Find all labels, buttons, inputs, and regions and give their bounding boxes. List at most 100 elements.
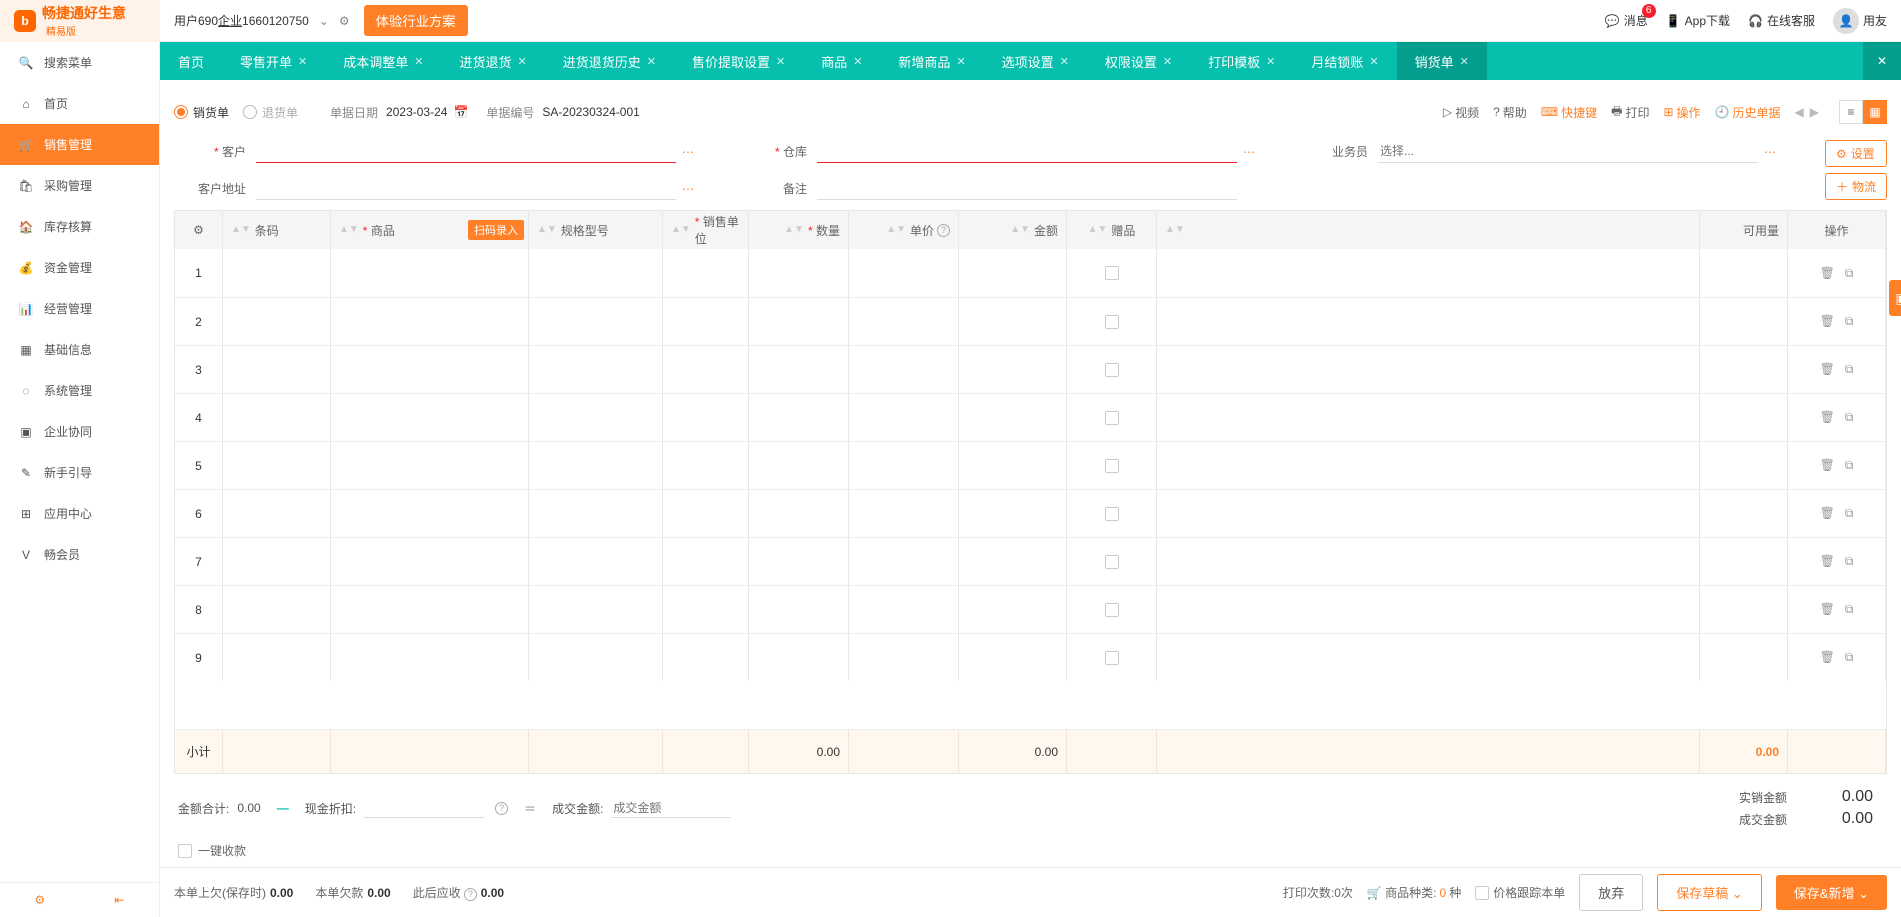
logistics-button[interactable]: ＋ 物流: [1825, 173, 1887, 200]
table-row[interactable]: 6🗑⧉: [175, 489, 1886, 537]
save-new-button[interactable]: 保存&新增 ⌄: [1776, 875, 1887, 910]
gift-checkbox[interactable]: [1105, 507, 1119, 521]
delete-row-icon[interactable]: 🗑: [1820, 362, 1835, 377]
save-draft-button[interactable]: 保存草稿 ⌄: [1657, 874, 1762, 911]
industry-plan-button[interactable]: 体验行业方案: [364, 5, 468, 36]
shortcut-link[interactable]: ⌨ 快捷键: [1541, 104, 1597, 121]
col-qty[interactable]: ▲▼数量: [749, 211, 849, 249]
support-link[interactable]: 🎧 在线客服: [1748, 12, 1815, 29]
gift-checkbox[interactable]: [1105, 651, 1119, 665]
table-row[interactable]: 2🗑⧉: [175, 297, 1886, 345]
copy-row-icon[interactable]: ⧉: [1845, 266, 1854, 281]
table-row[interactable]: 3🗑⧉: [175, 345, 1886, 393]
note-input[interactable]: [817, 177, 1237, 200]
floating-tab[interactable]: ▣: [1889, 280, 1901, 316]
col-barcode[interactable]: ▲▼条码: [223, 211, 331, 249]
customer-picker[interactable]: ⋯: [682, 145, 695, 159]
calendar-icon[interactable]: 📅: [453, 105, 468, 119]
discount-input[interactable]: [364, 799, 484, 818]
tab-permissions[interactable]: 权限设置✕: [1087, 42, 1190, 80]
close-icon[interactable]: ✕: [853, 55, 862, 68]
sidebar-item-member[interactable]: V畅会员: [0, 534, 159, 575]
table-row[interactable]: 9🗑⧉: [175, 633, 1886, 681]
table-row[interactable]: 5🗑⧉: [175, 441, 1886, 489]
sidebar-item-home[interactable]: ⌂首页: [0, 83, 159, 124]
warehouse-picker[interactable]: ⋯: [1243, 145, 1256, 159]
col-config[interactable]: ⚙: [175, 211, 223, 249]
close-icon[interactable]: ✕: [518, 55, 527, 68]
sidebar-item-business[interactable]: 📊经营管理: [0, 288, 159, 329]
print-link[interactable]: 🖶 打印: [1611, 102, 1649, 123]
close-icon[interactable]: ✕: [414, 55, 423, 68]
delete-row-icon[interactable]: 🗑: [1820, 458, 1835, 473]
close-all-tabs[interactable]: ✕: [1863, 42, 1901, 80]
table-row[interactable]: 8🗑⧉: [175, 585, 1886, 633]
view-grid[interactable]: ▦: [1863, 100, 1887, 124]
close-icon[interactable]: ✕: [1163, 55, 1172, 68]
radio-return[interactable]: 退货单: [243, 104, 298, 121]
sidebar-item-basic[interactable]: ▦基础信息: [0, 329, 159, 370]
col-spec[interactable]: ▲▼规格型号: [529, 211, 663, 249]
sidebar-collapse-button[interactable]: ⇤: [80, 883, 160, 917]
sidebar-item-guide[interactable]: ✎新手引导: [0, 452, 159, 493]
copy-row-icon[interactable]: ⧉: [1845, 650, 1854, 665]
tab-month-lock[interactable]: 月结锁账✕: [1293, 42, 1396, 80]
gift-checkbox[interactable]: [1105, 315, 1119, 329]
close-icon[interactable]: ✕: [298, 55, 307, 68]
salesman-input[interactable]: [1378, 140, 1758, 163]
delete-row-icon[interactable]: 🗑: [1820, 506, 1835, 521]
copy-row-icon[interactable]: ⧉: [1845, 314, 1854, 329]
sidebar-settings-button[interactable]: ⚙: [0, 883, 80, 917]
help-icon[interactable]: ?: [495, 802, 508, 815]
gift-checkbox[interactable]: [1105, 363, 1119, 377]
gift-checkbox[interactable]: [1105, 459, 1119, 473]
sidebar-item-sales[interactable]: 🛒销售管理: [0, 124, 159, 165]
deal-input[interactable]: [611, 799, 731, 818]
addr-input[interactable]: [256, 177, 676, 200]
quick-collect-checkbox[interactable]: [178, 844, 192, 858]
gift-checkbox[interactable]: [1105, 266, 1119, 280]
settings-button[interactable]: ⚙ 设置: [1825, 140, 1887, 167]
user-menu[interactable]: 👤 用友: [1833, 8, 1887, 34]
delete-row-icon[interactable]: 🗑: [1820, 314, 1835, 329]
sidebar-item-inventory[interactable]: 🏠库存核算: [0, 206, 159, 247]
close-icon[interactable]: ✕: [1369, 55, 1378, 68]
video-link[interactable]: ▷ 视频: [1443, 104, 1479, 121]
copy-row-icon[interactable]: ⧉: [1845, 602, 1854, 617]
gift-checkbox[interactable]: [1105, 603, 1119, 617]
sidebar-item-purchase[interactable]: 🛍采购管理: [0, 165, 159, 206]
copy-row-icon[interactable]: ⧉: [1845, 410, 1854, 425]
sidebar-item-funds[interactable]: 💰资金管理: [0, 247, 159, 288]
col-gift[interactable]: ▲▼赠品: [1067, 211, 1157, 249]
view-list[interactable]: ≡: [1839, 100, 1863, 124]
customer-input[interactable]: [256, 140, 676, 163]
help-icon[interactable]: ?: [464, 888, 477, 901]
tab-options[interactable]: 选项设置✕: [984, 42, 1087, 80]
app-download-link[interactable]: 📱 App下载: [1666, 12, 1730, 29]
warehouse-input[interactable]: [817, 140, 1237, 163]
col-amount[interactable]: ▲▼金额: [959, 211, 1067, 249]
copy-row-icon[interactable]: ⧉: [1845, 506, 1854, 521]
tab-new-product[interactable]: 新增商品✕: [880, 42, 983, 80]
org-selector[interactable]: 用户690 企业 1660120750 ⌄: [174, 12, 339, 29]
col-product[interactable]: ▲▼商品扫码录入: [331, 211, 529, 249]
tab-return-hist[interactable]: 进货退货历史✕: [545, 42, 674, 80]
table-row[interactable]: 4🗑⧉: [175, 393, 1886, 441]
tab-retail[interactable]: 零售开单✕: [222, 42, 325, 80]
doc-date[interactable]: 2023-03-24: [386, 105, 447, 119]
track-checkbox[interactable]: [1475, 886, 1489, 900]
delete-row-icon[interactable]: 🗑: [1820, 410, 1835, 425]
col-unit[interactable]: ▲▼销售单位: [663, 211, 749, 249]
gift-checkbox[interactable]: [1105, 411, 1119, 425]
tab-cost[interactable]: 成本调整单✕: [325, 42, 441, 80]
tab-return[interactable]: 进货退货✕: [441, 42, 544, 80]
close-icon[interactable]: ✕: [1460, 55, 1469, 68]
sidebar-item-system[interactable]: ◌系统管理: [0, 370, 159, 411]
col-price[interactable]: ▲▼单价?: [849, 211, 959, 249]
delete-row-icon[interactable]: 🗑: [1820, 650, 1835, 665]
sidebar-item-search[interactable]: 🔍搜索菜单: [0, 42, 159, 83]
table-row[interactable]: 7🗑⧉: [175, 537, 1886, 585]
close-icon[interactable]: ✕: [956, 55, 965, 68]
messages-link[interactable]: 💬 消息 6: [1605, 12, 1648, 29]
close-icon[interactable]: ✕: [647, 55, 656, 68]
